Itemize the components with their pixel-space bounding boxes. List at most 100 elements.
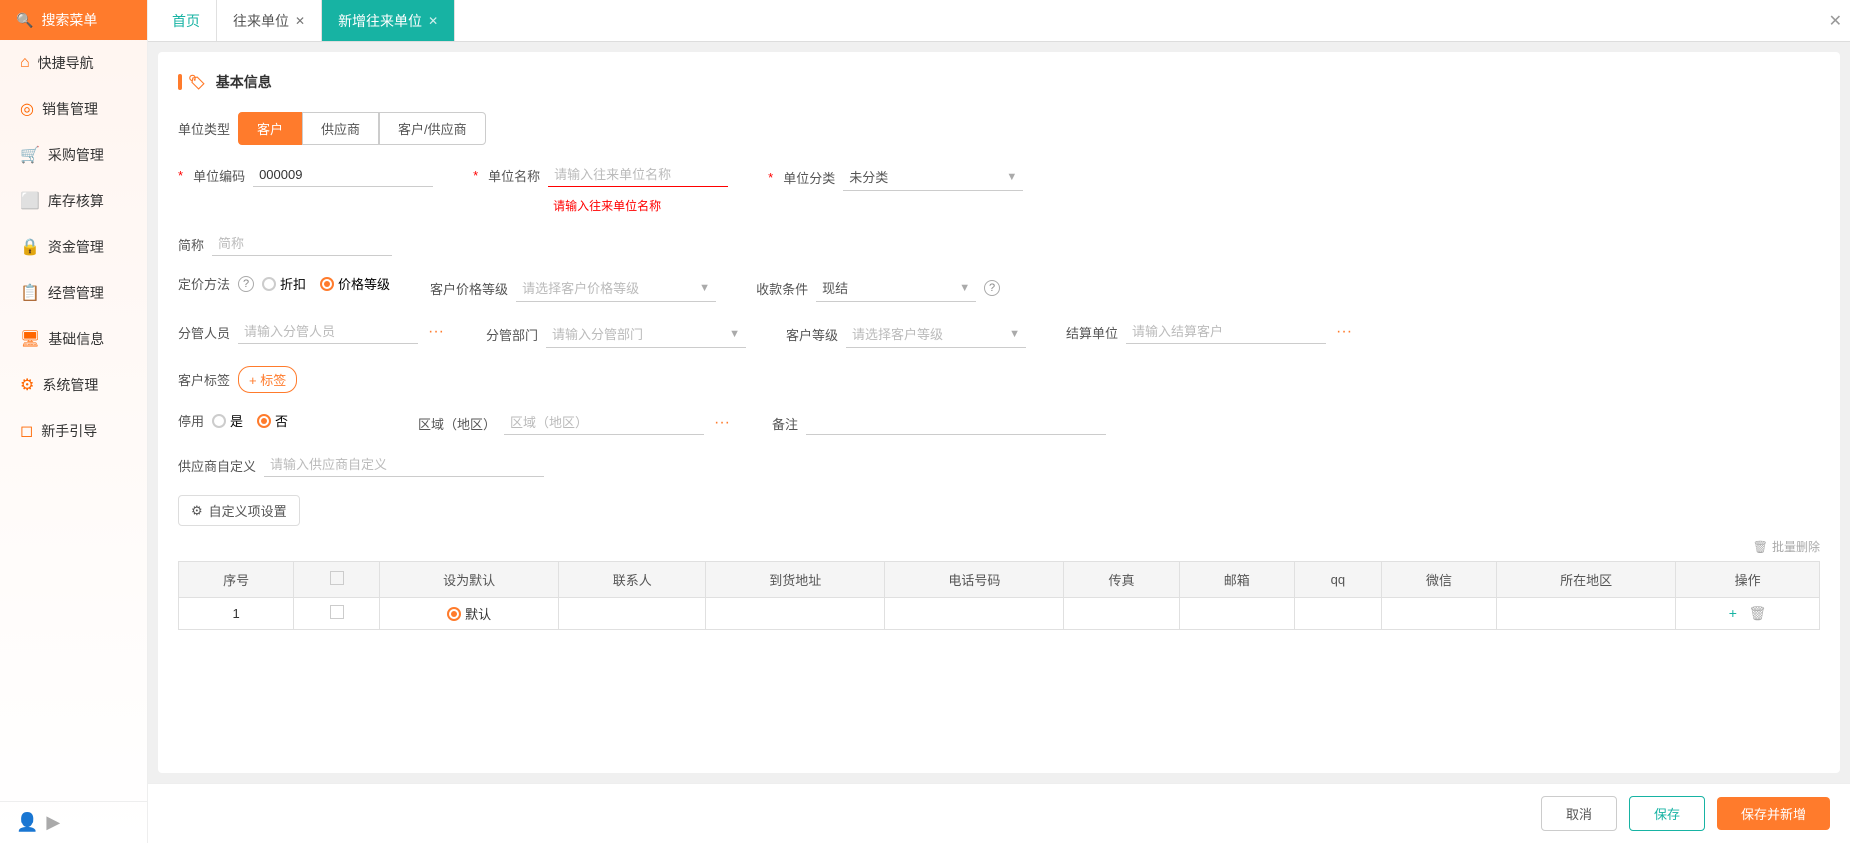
customer-level-placeholder: 请选择客户等级 xyxy=(852,324,1005,343)
unit-btn-both[interactable]: 客户/供应商 xyxy=(379,112,486,145)
sidebar-item-system[interactable]: ⚙ 系统管理 xyxy=(0,362,147,408)
customer-level-label: 客户等级 xyxy=(786,325,838,344)
sales-icon: ◎ xyxy=(20,99,34,119)
sidebar-bottom: 👤 ▶ xyxy=(0,801,147,843)
save-add-button[interactable]: 保存并新增 xyxy=(1717,797,1830,830)
settlement-group: 结算单位 ··· xyxy=(1066,320,1354,344)
unit-btn-supplier[interactable]: 供应商 xyxy=(302,112,379,145)
tab-bar: 首页 往来单位 ✕ 新增往来单位 ✕ ✕ xyxy=(148,0,1850,42)
sidebar-item-guide[interactable]: ◻ 新手引导 xyxy=(0,408,147,454)
settlement-ellipsis[interactable]: ··· xyxy=(1334,323,1354,341)
pricing-radio-level[interactable]: 价格等级 xyxy=(320,274,390,293)
unit-code-group: * 单位编码 xyxy=(178,163,433,187)
unit-btn-customer[interactable]: 客户 xyxy=(238,112,302,145)
price-level-radio[interactable] xyxy=(320,277,334,291)
yes-radio[interactable] xyxy=(212,414,226,428)
unit-name-group: * 单位名称 请输入往来单位名称 xyxy=(473,163,728,214)
add-tag-button[interactable]: + 标签 xyxy=(238,366,297,393)
dept-label: 分管部门 xyxy=(486,325,538,344)
supplier-custom-label: 供应商自定义 xyxy=(178,456,256,475)
no-radio[interactable] xyxy=(257,414,271,428)
col-qq: qq xyxy=(1294,562,1381,598)
custom-settings-button[interactable]: ⚙ 自定义项设置 xyxy=(178,495,300,526)
payment-condition-select[interactable]: 现结 ▼ xyxy=(816,274,976,302)
sidebar-item-inventory[interactable]: ⬜ 库存核算 xyxy=(0,178,147,224)
supplier-custom-group: 供应商自定义 xyxy=(178,453,544,477)
row-checkbox[interactable] xyxy=(330,605,344,619)
supplier-custom-input[interactable] xyxy=(264,453,544,477)
purchase-icon: 🛒 xyxy=(20,145,40,165)
row-region xyxy=(1497,598,1676,630)
chevron-down-icon4: ▼ xyxy=(729,328,740,340)
unit-type-group: 单位类型 客户 供应商 客户/供应商 xyxy=(178,112,486,145)
supplier-custom-row: 供应商自定义 xyxy=(178,453,1820,477)
region-ellipsis[interactable]: ··· xyxy=(712,414,732,432)
tag-label: 客户标签 xyxy=(178,370,230,389)
customer-level-select[interactable]: 请选择客户等级 ▼ xyxy=(846,320,1026,348)
col-fax: 传真 xyxy=(1064,562,1179,598)
tag-group: 客户标签 + 标签 xyxy=(178,366,378,393)
customer-price-placeholder: 请选择客户价格等级 xyxy=(522,278,695,297)
tab-home[interactable]: 首页 xyxy=(156,0,217,41)
unit-type-buttons: 客户 供应商 客户/供应商 xyxy=(238,112,486,145)
footer-bar: 取消 保存 保存并新增 xyxy=(148,783,1850,843)
operation-icon: 📋 xyxy=(20,283,40,303)
payment-condition-value: 现结 xyxy=(822,278,955,297)
search-menu-button[interactable]: 🔍 搜索菜单 xyxy=(0,0,147,40)
default-radio[interactable] xyxy=(447,607,461,621)
manager-row: 分管人员 ··· 分管部门 请输入分管部门 ▼ 客户等级 请选择客户等级 ▼ 结… xyxy=(178,320,1820,348)
payment-condition-group: 收款条件 现结 ▼ ? xyxy=(756,274,1000,302)
pricing-radio-discount[interactable]: 折扣 xyxy=(262,274,306,293)
unit-code-input[interactable] xyxy=(253,163,433,187)
expand-icon[interactable]: ▶ xyxy=(46,812,60,833)
unit-category-select[interactable]: 未分类 ▼ xyxy=(843,163,1023,191)
unit-name-error: 请输入往来单位名称 xyxy=(553,197,661,214)
header-checkbox[interactable] xyxy=(330,571,344,585)
close-all-tabs[interactable]: ✕ xyxy=(1829,11,1842,31)
disable-region-row: 停用 是 否 区域（地区） ··· 备注 xyxy=(178,411,1820,435)
unit-name-input[interactable] xyxy=(548,163,728,187)
info-icon: 🏷 xyxy=(188,74,206,91)
sidebar-item-quick-nav[interactable]: ⌂ 快捷导航 xyxy=(0,40,147,86)
sidebar-item-operation[interactable]: 📋 经营管理 xyxy=(0,270,147,316)
default-radio-item[interactable]: 默认 xyxy=(390,604,548,623)
delete-row-button[interactable]: 🗑 xyxy=(1749,605,1767,621)
manager-label: 分管人员 xyxy=(178,323,230,342)
dept-select[interactable]: 请输入分管部门 ▼ xyxy=(546,320,746,348)
sidebar-item-purchase[interactable]: 🛒 采购管理 xyxy=(0,132,147,178)
customer-price-select[interactable]: 请选择客户价格等级 ▼ xyxy=(516,274,716,302)
save-button[interactable]: 保存 xyxy=(1629,796,1705,831)
pricing-help-icon[interactable]: ? xyxy=(238,276,254,292)
add-row-button[interactable]: + xyxy=(1729,605,1737,621)
region-input[interactable] xyxy=(504,411,704,435)
close-new-contact-tab[interactable]: ✕ xyxy=(428,14,438,28)
settlement-input[interactable] xyxy=(1126,320,1326,344)
sidebar-item-finance[interactable]: 🔒 资金管理 xyxy=(0,224,147,270)
close-contacts-tab[interactable]: ✕ xyxy=(295,14,305,28)
row-qq xyxy=(1294,598,1381,630)
unit-category-value: 未分类 xyxy=(849,167,1002,186)
row-wechat xyxy=(1381,598,1496,630)
payment-help-icon[interactable]: ? xyxy=(984,280,1000,296)
remark-input[interactable] xyxy=(806,411,1106,435)
finance-icon: 🔒 xyxy=(20,237,40,257)
manager-ellipsis[interactable]: ··· xyxy=(426,323,446,341)
batch-delete-label[interactable]: 批量删除 xyxy=(1772,538,1820,555)
tab-new-contact[interactable]: 新增往来单位 ✕ xyxy=(322,0,455,41)
abbr-input[interactable] xyxy=(212,232,392,256)
disable-yes[interactable]: 是 xyxy=(212,411,243,430)
table-body: 1 默认 xyxy=(179,598,1820,630)
sidebar-item-sales[interactable]: ◎ 销售管理 xyxy=(0,86,147,132)
tab-contacts[interactable]: 往来单位 ✕ xyxy=(217,0,322,41)
sidebar-item-basic[interactable]: 🖥 基础信息 xyxy=(0,316,147,362)
cancel-button[interactable]: 取消 xyxy=(1541,796,1617,831)
guide-icon: ◻ xyxy=(20,421,33,441)
home-icon: ⌂ xyxy=(20,54,30,72)
discount-radio[interactable] xyxy=(262,277,276,291)
disable-radio-group: 是 否 xyxy=(212,411,288,430)
settings-icon: ⚙ xyxy=(191,503,203,519)
row-index: 1 xyxy=(179,598,294,630)
customer-price-label: 客户价格等级 xyxy=(430,279,508,298)
disable-no[interactable]: 否 xyxy=(257,411,288,430)
manager-input[interactable] xyxy=(238,320,418,344)
